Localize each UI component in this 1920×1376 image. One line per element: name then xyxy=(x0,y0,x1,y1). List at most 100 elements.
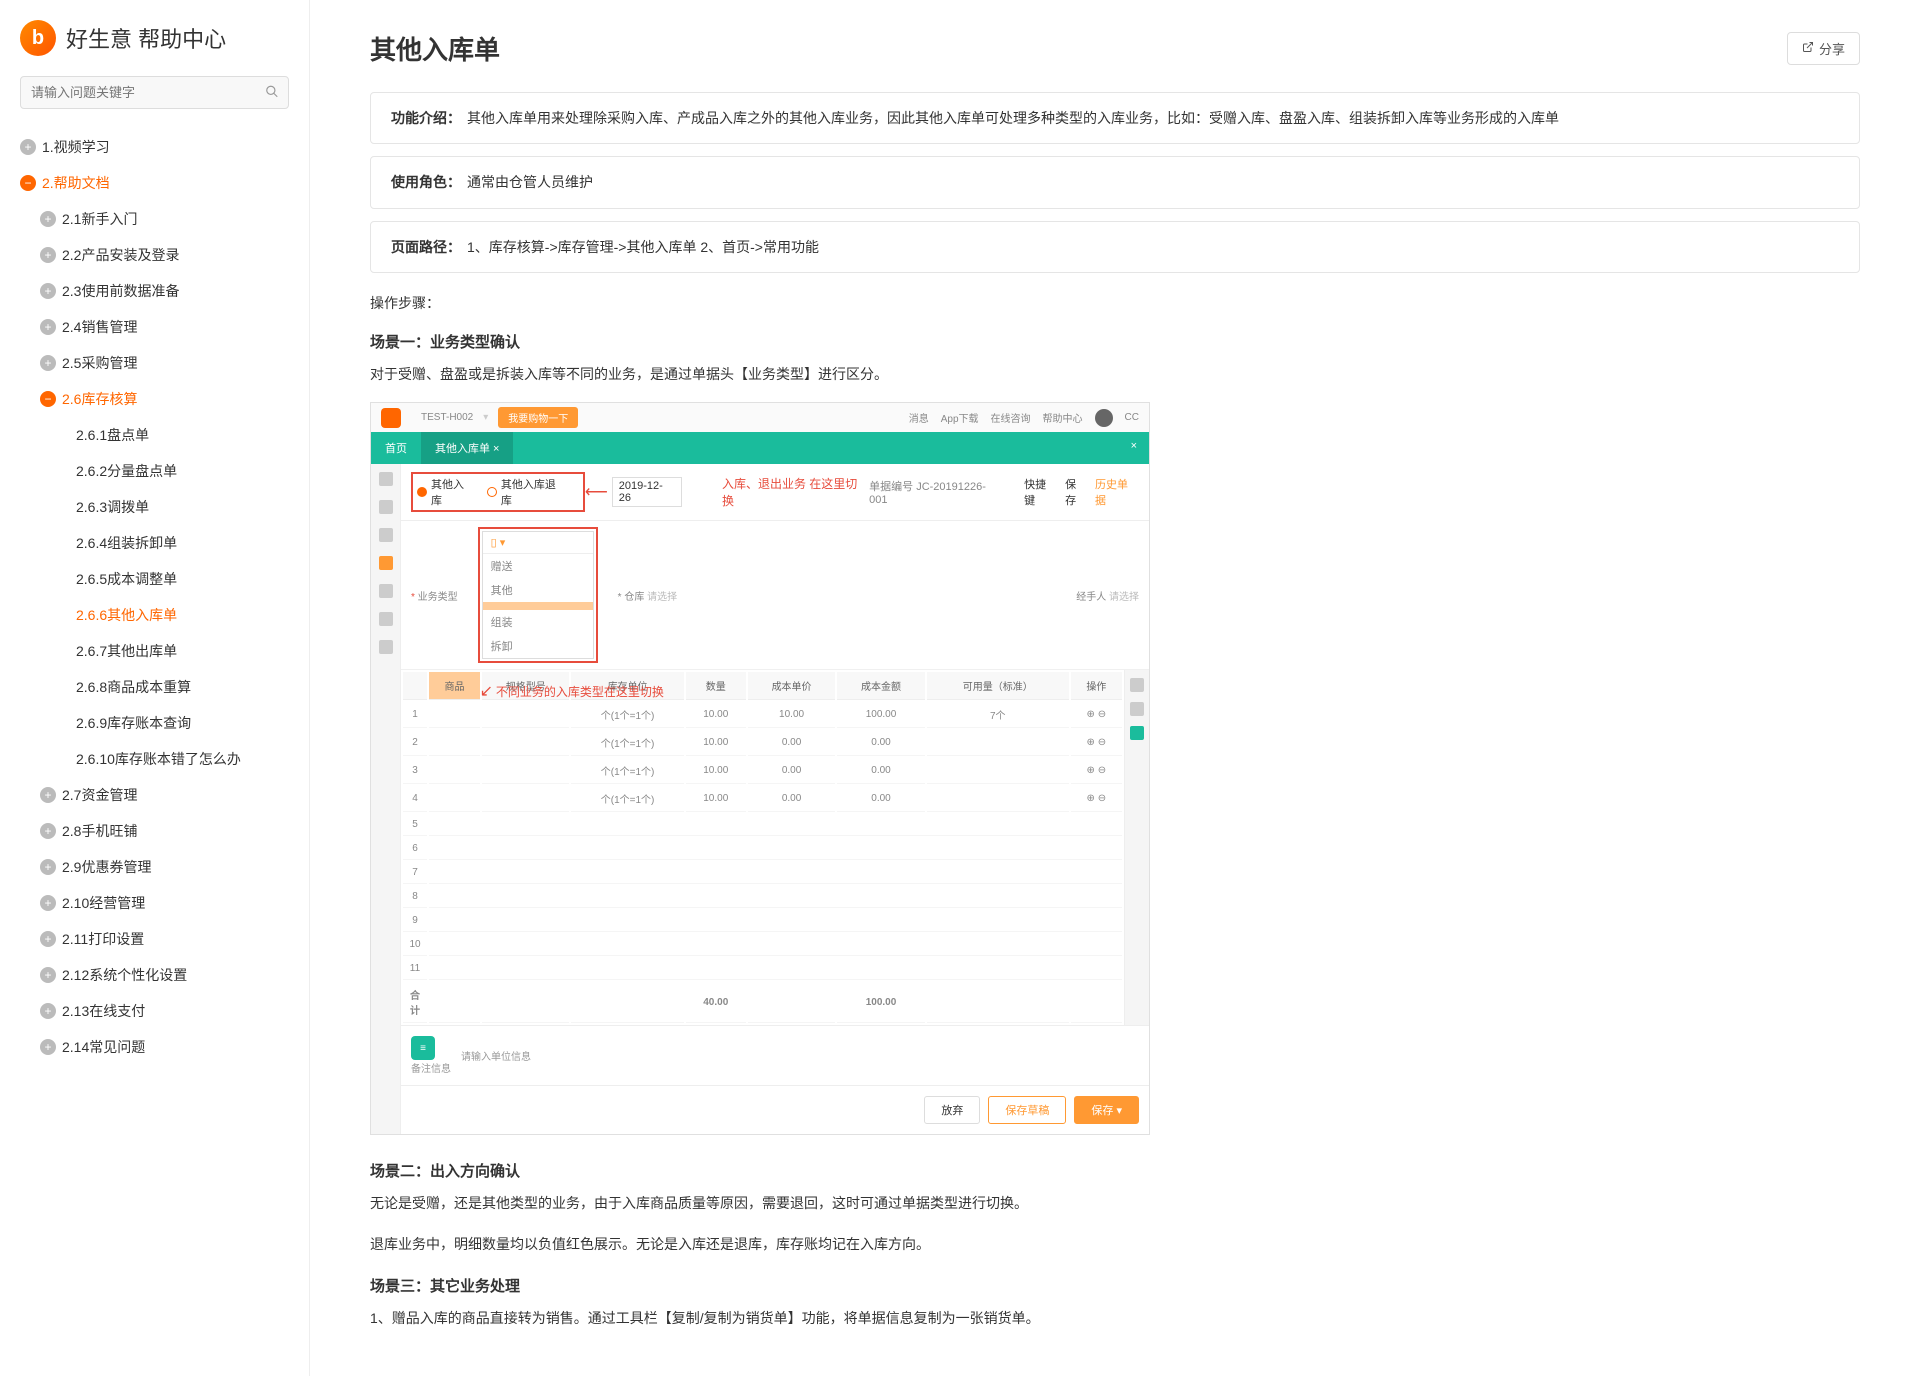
share-icon xyxy=(1802,41,1814,56)
ss-save-button: 保存 ▾ xyxy=(1074,1096,1139,1124)
ss-side-icon xyxy=(379,640,393,654)
intro-card: 功能介绍： 其他入库单用来处理除采购入库、产成品入库之外的其他入库业务，因此其他入… xyxy=(370,92,1860,144)
nav-2-12[interactable]: +2.12系统个性化设置 xyxy=(20,957,289,993)
path-text: 1、库存核算->库存管理->其他入库单 2、首页->常用功能 xyxy=(467,239,819,255)
nav-2-2[interactable]: +2.2产品安装及登录 xyxy=(20,237,289,273)
role-text: 通常由仓管人员维护 xyxy=(467,174,593,190)
search-input[interactable] xyxy=(20,76,289,109)
ss-tab-home: 首页 xyxy=(371,432,421,464)
search-box xyxy=(20,76,289,109)
logo-icon: b xyxy=(20,20,56,56)
embedded-screenshot: TEST-H002 ▾ 我要购物一下 消息 App下载 在线咨询 帮助中心 CC… xyxy=(370,402,1150,1135)
path-card: 页面路径： 1、库存核算->库存管理->其他入库单 2、首页->常用功能 xyxy=(370,221,1860,273)
annotation-2: 不同业务的入库类型在这里切换 xyxy=(496,685,664,699)
nav-2-8[interactable]: +2.8手机旺铺 xyxy=(20,813,289,849)
logo-area: b 好生意 帮助中心 xyxy=(20,20,289,56)
plus-icon: + xyxy=(40,823,56,839)
nav-2-6-9[interactable]: 2.6.9库存账本查询 xyxy=(20,705,289,741)
nav-2-6-5[interactable]: 2.6.5成本调整单 xyxy=(20,561,289,597)
nav-2-10[interactable]: +2.10经营管理 xyxy=(20,885,289,921)
ss-toolbar: 其他入库 其他入库退库 ⟵ 2019-12-26 入库、退出业务 在这里切换 单… xyxy=(401,464,1149,521)
ss-draft-button: 保存草稿 xyxy=(988,1096,1066,1124)
ss-filter-row: * 业务类型 ▯ ▾ 赠送 其他 组装 拆卸 ↙ xyxy=(401,521,1149,670)
ss-footer: 放弃 保存草稿 保存 ▾ xyxy=(401,1085,1149,1134)
nav-2-6-1[interactable]: 2.6.1盘点单 xyxy=(20,417,289,453)
nav-2-7[interactable]: +2.7资金管理 xyxy=(20,777,289,813)
minus-icon: − xyxy=(20,175,36,191)
intro-text: 其他入库单用来处理除采购入库、产成品入库之外的其他入库业务，因此其他入库单可处理… xyxy=(467,110,1559,126)
ss-side-icon xyxy=(379,584,393,598)
plus-icon: + xyxy=(40,1003,56,1019)
ss-side-icon xyxy=(379,500,393,514)
ss-tabs: 首页 其他入库单 × × xyxy=(371,432,1149,464)
nav-2-13[interactable]: +2.13在线支付 xyxy=(20,993,289,1029)
logo-text: 好生意 帮助中心 xyxy=(66,22,226,54)
nav-2-1[interactable]: +2.1新手入门 xyxy=(20,201,289,237)
ss-dropdown: ▯ ▾ 赠送 其他 组装 拆卸 xyxy=(482,531,594,659)
minus-icon: − xyxy=(40,391,56,407)
ss-tab-form: 其他入库单 × xyxy=(421,432,513,464)
nav-2-6-4[interactable]: 2.6.4组装拆卸单 xyxy=(20,525,289,561)
nav-help-docs[interactable]: −2.帮助文档 xyxy=(20,165,289,201)
nav-2-6-6[interactable]: 2.6.6其他入库单 xyxy=(20,597,289,633)
role-label: 使用角色： xyxy=(391,174,461,190)
scene2-desc2: 退库业务中，明细数量均以负值红色展示。无论是入库还是退库，库存账均记在入库方向。 xyxy=(370,1232,1860,1257)
nav-2-11[interactable]: +2.11打印设置 xyxy=(20,921,289,957)
main-content: 其他入库单 分享 功能介绍： 其他入库单用来处理除采购入库、产成品入库之外的其他入… xyxy=(310,0,1920,1376)
nav-2-6-2[interactable]: 2.6.2分量盘点单 xyxy=(20,453,289,489)
plus-icon: + xyxy=(40,967,56,983)
scene3-title: 场景三：其它业务处理 xyxy=(370,1275,1860,1296)
arrow-icon: ⟵ xyxy=(585,482,608,502)
scene2-title: 场景二：出入方向确认 xyxy=(370,1160,1860,1181)
intro-label: 功能介绍： xyxy=(391,110,461,126)
avatar-icon xyxy=(1095,409,1113,427)
nav-2-4[interactable]: +2.4销售管理 xyxy=(20,309,289,345)
ss-main: 其他入库 其他入库退库 ⟵ 2019-12-26 入库、退出业务 在这里切换 单… xyxy=(401,464,1149,1134)
share-button[interactable]: 分享 xyxy=(1787,32,1860,65)
sidebar: b 好生意 帮助中心 +1.视频学习 −2.帮助文档 +2.1新手入门 +2.2… xyxy=(0,0,310,1376)
plus-icon: + xyxy=(40,283,56,299)
ss-left-sidebar xyxy=(371,464,401,1134)
nav-2-6-7[interactable]: 2.6.7其他出库单 xyxy=(20,633,289,669)
ss-side-icon xyxy=(379,472,393,486)
plus-icon: + xyxy=(40,319,56,335)
plus-icon: + xyxy=(40,787,56,803)
nav-2-3[interactable]: +2.3使用前数据准备 xyxy=(20,273,289,309)
nav-2-6-8[interactable]: 2.6.8商品成本重算 xyxy=(20,669,289,705)
ss-cancel-button: 放弃 xyxy=(924,1096,980,1124)
ss-topbar: TEST-H002 ▾ 我要购物一下 消息 App下载 在线咨询 帮助中心 CC xyxy=(371,403,1149,432)
note-icon: ≡ xyxy=(411,1036,435,1060)
path-label: 页面路径： xyxy=(391,239,461,255)
ss-shop-button: 我要购物一下 xyxy=(498,407,578,428)
arrow-icon: ↙ xyxy=(480,683,493,700)
role-card: 使用角色： 通常由仓管人员维护 xyxy=(370,156,1860,208)
nav-2-9[interactable]: +2.9优惠券管理 xyxy=(20,849,289,885)
scene2-desc1: 无论是受赠，还是其他类型的业务，由于入库商品质量等原因，需要退回，这时可通过单据… xyxy=(370,1191,1860,1216)
nav-2-6-10[interactable]: 2.6.10库存账本错了怎么办 xyxy=(20,741,289,777)
nav-2-14[interactable]: +2.14常见问题 xyxy=(20,1029,289,1065)
ss-right-icon xyxy=(1130,702,1144,716)
ss-tab-close: × xyxy=(1119,432,1149,464)
annotation-1: 入库、退出业务 在这里切换 xyxy=(722,475,869,509)
search-icon[interactable] xyxy=(265,84,279,101)
plus-icon: + xyxy=(40,247,56,263)
ss-side-icon xyxy=(379,612,393,626)
ss-logo-icon xyxy=(381,408,401,428)
nav-video-learning[interactable]: +1.视频学习 xyxy=(20,129,289,165)
ss-right-icons xyxy=(1124,670,1149,1025)
plus-icon: + xyxy=(40,1039,56,1055)
scene1-desc: 对于受赠、盘盈或是拆装入库等不同的业务，是通过单据头【业务类型】进行区分。 xyxy=(370,362,1860,387)
scene3-desc: 1、赠品入库的商品直接转为销售。通过工具栏【复制/复制为销货单】功能，将单据信息… xyxy=(370,1306,1860,1331)
plus-icon: + xyxy=(40,211,56,227)
ss-remark: ≡ 备注信息 请输入单位信息 xyxy=(401,1025,1149,1085)
nav-2-5[interactable]: +2.5采购管理 xyxy=(20,345,289,381)
nav-2-6-3[interactable]: 2.6.3调拨单 xyxy=(20,489,289,525)
nav-2-6[interactable]: −2.6库存核算 xyxy=(20,381,289,417)
radio-icon xyxy=(417,487,427,497)
plus-icon: + xyxy=(20,139,36,155)
page-header: 其他入库单 分享 xyxy=(370,30,1860,67)
ss-right-icon xyxy=(1130,678,1144,692)
plus-icon: + xyxy=(40,931,56,947)
plus-icon: + xyxy=(40,355,56,371)
scene1-title: 场景一：业务类型确认 xyxy=(370,331,1860,352)
